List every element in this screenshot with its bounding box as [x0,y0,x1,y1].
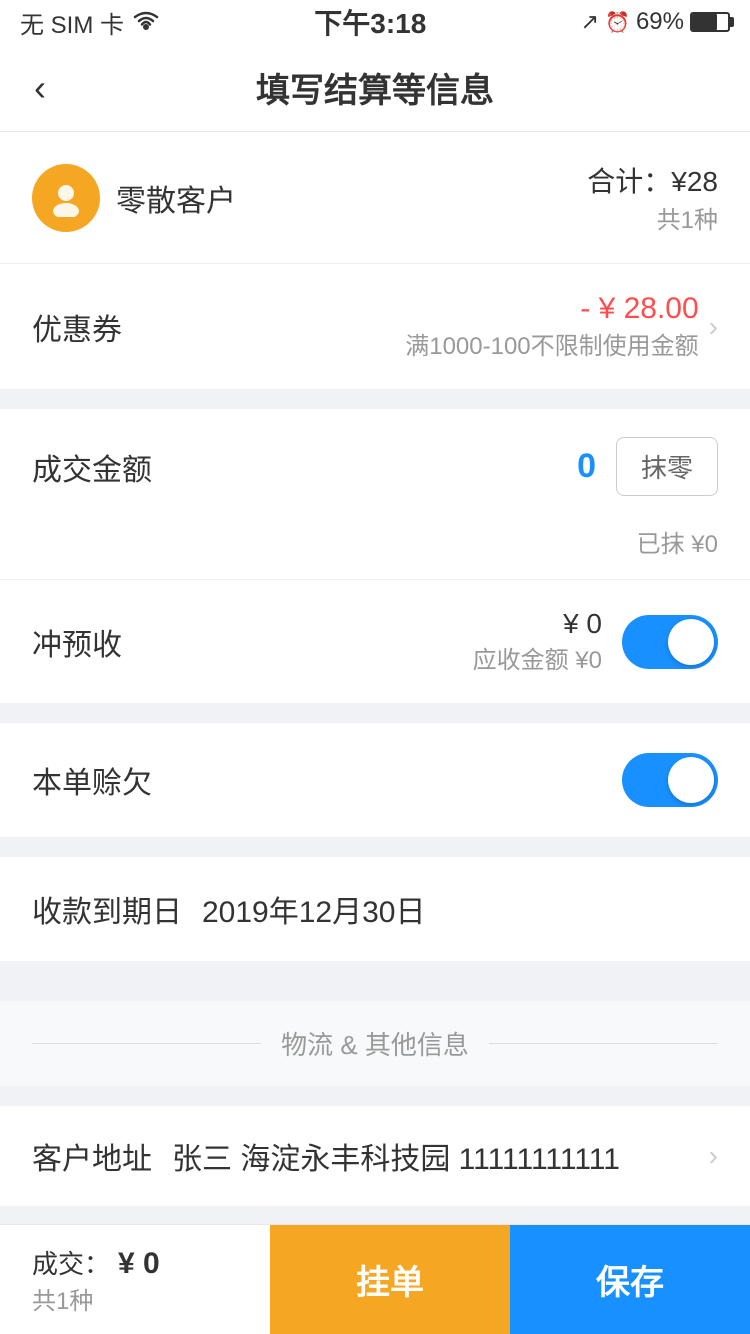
avatar [32,164,100,232]
logistics-line-right [489,1043,718,1044]
back-button[interactable]: ‹ [24,57,56,119]
battery-icon [690,12,730,32]
customer-right: 合计：¥28 共1种 [587,160,718,235]
nav-bar: ‹ 填写结算等信息 [0,44,750,132]
coupon-desc: 满1000-100不限制使用金额 [405,326,698,361]
hang-order-button[interactable]: 挂单 [270,1225,510,1334]
prepay-amount: ¥ 0 [473,608,602,640]
bottom-deal-label: 成交： [32,1244,110,1281]
customer-row: 零散客户 合计：¥28 共1种 [0,132,750,263]
coupon-row[interactable]: 优惠券 - ¥ 28.00 满1000-100不限制使用金额 › [0,263,750,389]
address-value: 张三 海淀永丰科技园 11111111111 [172,1134,620,1178]
battery-percent: 69% [636,8,684,36]
coupon-info: - ¥ 28.00 满1000-100不限制使用金额 [405,292,698,361]
coupon-amount: - ¥ 28.00 [405,292,698,326]
due-date-value: 2019年12月30日 [202,887,425,931]
logistics-header: 物流 & 其他信息 [0,1001,750,1086]
logistics-label: 物流 & 其他信息 [281,1025,469,1062]
customer-left: 零散客户 [32,164,236,232]
chevron-right-icon: › [709,311,718,343]
customer-name: 零散客户 [116,176,236,220]
carrier-label: 无 SIM 卡 [20,5,124,40]
prepay-toggle[interactable] [622,615,718,669]
deal-section: 成交金额 0 抹零 已抹 ¥0 冲预收 ¥ 0 应收金额 ¥0 [0,409,750,703]
address-label: 客户地址 [32,1134,152,1178]
deal-sub-label: 已抹 ¥0 [0,524,750,579]
arrears-label: 本单赊欠 [32,758,152,802]
round-off-button[interactable]: 抹零 [616,437,718,496]
deal-amount-value: 0 [577,447,596,486]
arrears-toggle-knob [668,757,714,803]
bottom-deal-row: 成交： ¥ 0 [32,1244,238,1281]
status-right: ↗ ⏰ 69% [581,8,730,36]
coupon-label: 优惠券 [32,305,122,349]
status-time: 下午3:18 [314,2,426,42]
bottom-count: 共1种 [32,1281,238,1316]
arrears-toggle[interactable] [622,753,718,807]
customer-section: 零散客户 合计：¥28 共1种 优惠券 - ¥ 28.00 满1000-100不… [0,132,750,389]
prepay-label: 冲预收 [32,620,122,664]
customer-total: 合计：¥28 [587,160,718,200]
due-date-label: 收款到期日 [32,887,182,931]
page-title: 填写结算等信息 [256,63,494,112]
deal-amount-row: 成交金额 0 抹零 [0,409,750,524]
address-row[interactable]: 客户地址 张三 海淀永丰科技园 11111111111 › [0,1106,750,1206]
alarm-icon: ⏰ [605,10,630,35]
gray-spacer-2 [0,1086,750,1106]
toggle-knob [668,619,714,665]
prepay-receivable: 应收金额 ¥0 [473,640,602,675]
gray-spacer-1 [0,981,750,1001]
coupon-right: - ¥ 28.00 满1000-100不限制使用金额 › [405,292,718,361]
bottom-info: 成交： ¥ 0 共1种 [0,1244,270,1316]
customer-count: 共1种 [587,200,718,235]
status-left: 无 SIM 卡 [20,5,160,40]
save-button[interactable]: 保存 [510,1225,750,1334]
bottom-bar: 成交： ¥ 0 共1种 挂单 保存 [0,1224,750,1334]
deal-amount-label: 成交金额 [32,445,152,489]
status-bar: 无 SIM 卡 下午3:18 ↗ ⏰ 69% [0,0,750,44]
wifi-icon [132,8,160,37]
location-icon: ↗ [581,9,599,35]
bottom-deal-value: ¥ 0 [118,1247,160,1281]
main-content: 零散客户 合计：¥28 共1种 优惠券 - ¥ 28.00 满1000-100不… [0,132,750,1326]
due-date-section: 收款到期日 2019年12月30日 [0,857,750,961]
logistics-line-left [32,1043,261,1044]
prepay-amounts: ¥ 0 应收金额 ¥0 [473,608,602,675]
arrears-row: 本单赊欠 [0,723,750,837]
due-date-row: 收款到期日 2019年12月30日 [0,857,750,961]
address-chevron-icon: › [709,1140,718,1172]
prepay-right: ¥ 0 应收金额 ¥0 [473,608,718,675]
address-left: 客户地址 张三 海淀永丰科技园 11111111111 [32,1134,620,1178]
prepay-row: 冲预收 ¥ 0 应收金额 ¥0 [0,579,750,703]
deal-amount-right: 0 抹零 [577,437,718,496]
arrears-section: 本单赊欠 [0,723,750,837]
